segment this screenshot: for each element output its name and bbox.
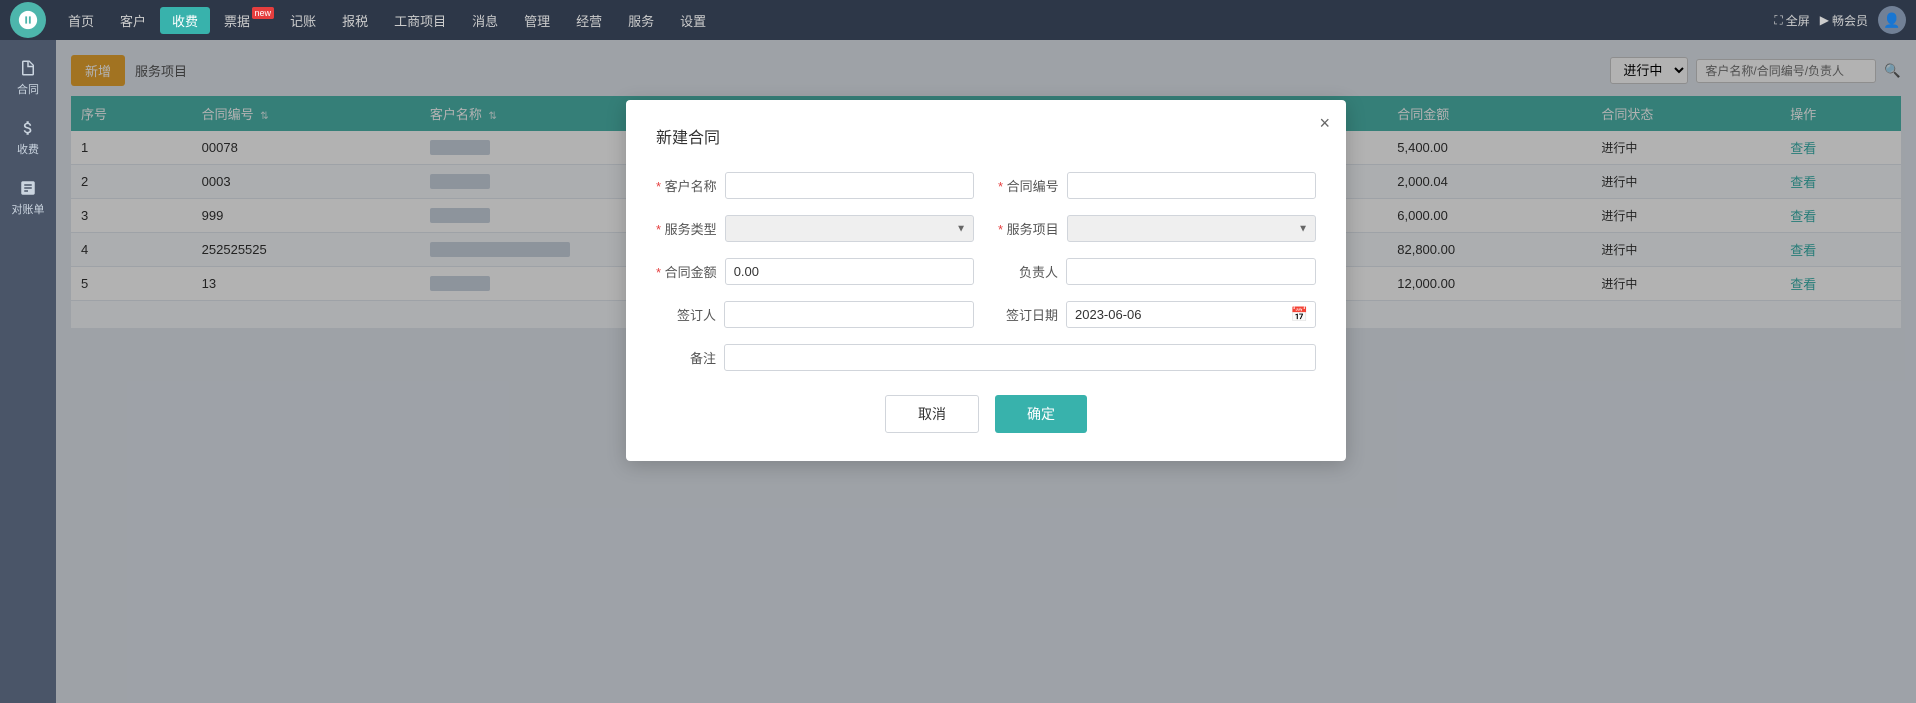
signer-input[interactable] bbox=[724, 301, 974, 328]
nav-settings[interactable]: 设置 bbox=[668, 7, 718, 34]
app-logo bbox=[10, 2, 46, 38]
content-area: 新增 服务项目 进行中 已完成 已终止 🔍 序号 合同编号 ⇅ 客户名 bbox=[56, 40, 1916, 703]
top-navigation: 首页 客户 收费 票据 new 记账 报税 工商项目 消息 管理 经营 服务 设… bbox=[0, 0, 1916, 40]
contract-icon bbox=[18, 58, 38, 78]
fullscreen-button[interactable]: ⛶ 全屏 bbox=[1774, 12, 1809, 29]
vip-button[interactable]: ▶ 畅会员 bbox=[1820, 12, 1868, 29]
nav-menu: 首页 客户 收费 票据 new 记账 报税 工商项目 消息 管理 经营 服务 设… bbox=[56, 7, 1774, 34]
nav-message[interactable]: 消息 bbox=[460, 7, 510, 34]
notes-label: 备注 bbox=[656, 348, 716, 367]
sign-date-input[interactable] bbox=[1066, 301, 1316, 328]
sign-date-label: 签订日期 bbox=[998, 305, 1058, 324]
cancel-button[interactable]: 取消 bbox=[885, 395, 979, 433]
service-type-select[interactable] bbox=[725, 215, 974, 242]
form-group-notes: 备注 bbox=[656, 344, 1316, 371]
service-type-label: 服务类型 bbox=[656, 219, 717, 238]
modal-footer: 取消 确定 bbox=[656, 395, 1316, 433]
form-row-3: 合同金额 负责人 bbox=[656, 258, 1316, 285]
form-group-client: 客户名称 bbox=[656, 172, 974, 199]
modal-overlay: × 新建合同 客户名称 合同编号 服务类型 bbox=[56, 40, 1916, 703]
service-item-select[interactable] bbox=[1067, 215, 1316, 242]
new-contract-modal: × 新建合同 客户名称 合同编号 服务类型 bbox=[626, 100, 1346, 461]
form-group-signer: 签订人 bbox=[656, 301, 974, 328]
nav-operation[interactable]: 经营 bbox=[564, 7, 614, 34]
new-badge: new bbox=[252, 7, 275, 19]
form-row-5: 备注 bbox=[656, 344, 1316, 371]
sidebar-item-contract[interactable]: 合同 bbox=[3, 50, 53, 105]
sidebar-item-fee[interactable]: 收费 bbox=[3, 110, 53, 165]
nav-manage[interactable]: 管理 bbox=[512, 7, 562, 34]
modal-title: 新建合同 bbox=[656, 124, 1316, 148]
nav-service[interactable]: 服务 bbox=[616, 7, 666, 34]
form-row-4: 签订人 签订日期 📅 bbox=[656, 301, 1316, 328]
service-item-label: 服务项目 bbox=[998, 219, 1059, 238]
form-group-service-item: 服务项目 bbox=[998, 215, 1316, 242]
nav-invoice[interactable]: 票据 new bbox=[212, 7, 276, 34]
amount-label: 合同金额 bbox=[656, 262, 717, 281]
contract-no-label: 合同编号 bbox=[998, 176, 1059, 195]
nav-right-actions: ⛶ 全屏 ▶ 畅会员 👤 bbox=[1774, 6, 1906, 34]
sidebar-item-statement[interactable]: 对账单 bbox=[3, 170, 53, 225]
date-input-wrap: 📅 bbox=[1066, 301, 1316, 328]
form-group-service-type: 服务类型 bbox=[656, 215, 974, 242]
service-item-wrapper bbox=[1067, 215, 1316, 242]
statement-icon bbox=[18, 178, 38, 198]
avatar[interactable]: 👤 bbox=[1878, 6, 1906, 34]
client-name-label: 客户名称 bbox=[656, 176, 717, 195]
vip-icon: ▶ bbox=[1820, 13, 1829, 27]
calendar-icon[interactable]: 📅 bbox=[1291, 306, 1308, 323]
form-row-2: 服务类型 服务项目 bbox=[656, 215, 1316, 242]
fullscreen-icon: ⛶ bbox=[1774, 13, 1782, 28]
notes-input[interactable] bbox=[724, 344, 1316, 371]
sidebar: 合同 收费 对账单 bbox=[0, 40, 56, 703]
responsible-label: 负责人 bbox=[998, 262, 1058, 281]
nav-bizproject[interactable]: 工商项目 bbox=[382, 7, 458, 34]
confirm-button[interactable]: 确定 bbox=[995, 395, 1087, 433]
nav-tax[interactable]: 报税 bbox=[330, 7, 380, 34]
service-type-wrapper bbox=[725, 215, 974, 242]
signer-label: 签订人 bbox=[656, 305, 716, 324]
form-group-responsible: 负责人 bbox=[998, 258, 1316, 285]
nav-fee[interactable]: 收费 bbox=[160, 7, 210, 34]
nav-home[interactable]: 首页 bbox=[56, 7, 106, 34]
form-group-amount: 合同金额 bbox=[656, 258, 974, 285]
nav-bookkeeping[interactable]: 记账 bbox=[278, 7, 328, 34]
form-row-1: 客户名称 合同编号 bbox=[656, 172, 1316, 199]
responsible-input[interactable] bbox=[1066, 258, 1316, 285]
form-group-sign-date: 签订日期 📅 bbox=[998, 301, 1316, 328]
modal-close-button[interactable]: × bbox=[1319, 114, 1330, 132]
form-group-contract-no: 合同编号 bbox=[998, 172, 1316, 199]
contract-no-input[interactable] bbox=[1067, 172, 1316, 199]
client-name-input[interactable] bbox=[725, 172, 974, 199]
nav-client[interactable]: 客户 bbox=[108, 7, 158, 34]
fee-icon bbox=[18, 118, 38, 138]
amount-input[interactable] bbox=[725, 258, 974, 285]
main-layout: 合同 收费 对账单 新增 服务项目 进行中 已完成 已终止 bbox=[0, 40, 1916, 703]
